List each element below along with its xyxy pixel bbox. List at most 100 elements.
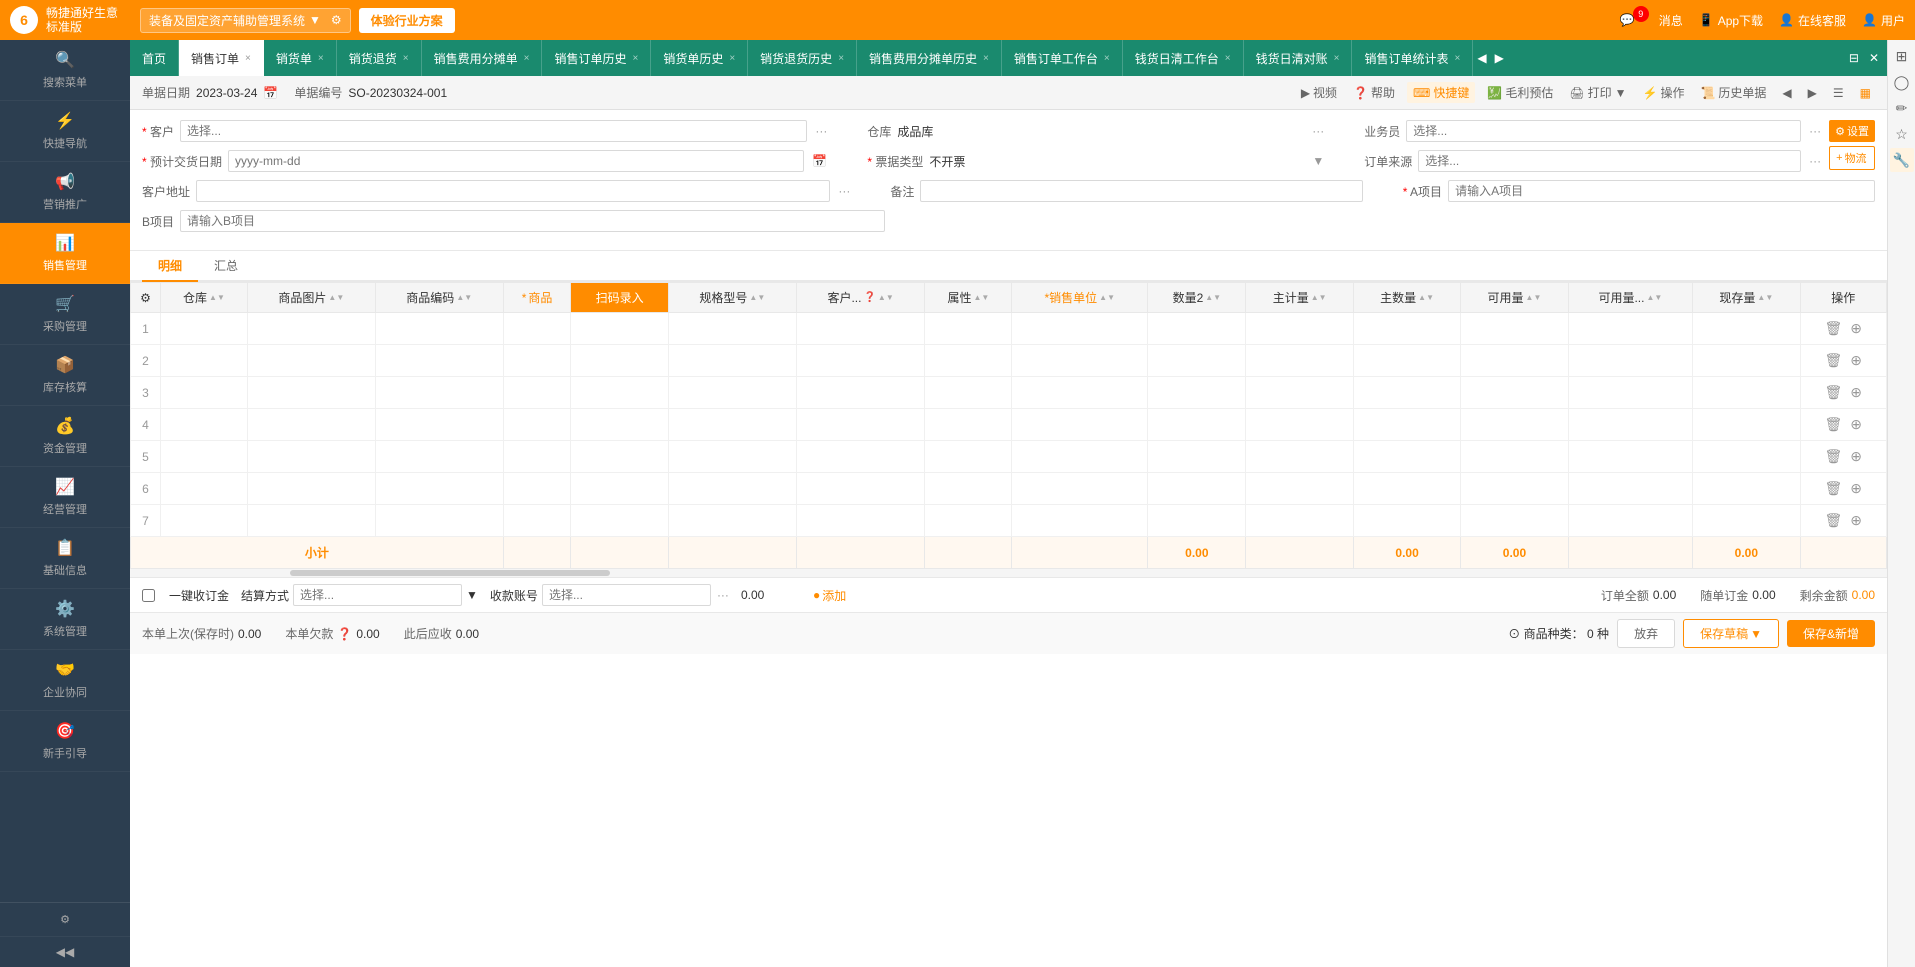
copy-row-5[interactable]: ⊕ [1848, 446, 1864, 467]
tab-next[interactable]: ▶ [1491, 51, 1508, 65]
settings-button[interactable]: ⚙ 放弃 设置 [1829, 120, 1875, 142]
add-material-button[interactable]: + 物流 [1829, 146, 1875, 170]
sidebar-item-sales[interactable]: 📊 销售管理 [0, 223, 130, 284]
cell-avail2-1[interactable] [1568, 313, 1692, 345]
grid-view-btn[interactable]: ▦ [1856, 84, 1875, 102]
nav-prev-btn[interactable]: ◀ [1778, 84, 1795, 102]
cell-custcode-1[interactable] [796, 313, 925, 345]
copy-row-6[interactable]: ⊕ [1848, 478, 1864, 499]
staff-input[interactable] [1406, 120, 1801, 142]
sidebar-item-finance[interactable]: 💰 资金管理 [0, 406, 130, 467]
tab-reconcile[interactable]: 钱货日清对账 × [1244, 40, 1353, 76]
online-service-item[interactable]: 👤 在线客服 [1779, 12, 1846, 29]
tab-invoice-history-close[interactable]: × [729, 53, 735, 64]
industry-button[interactable]: 体验行业方案 [359, 8, 455, 33]
customer-dots[interactable]: ··· [815, 124, 827, 138]
tab-daily[interactable]: 钱货日清工作台 × [1123, 40, 1244, 76]
sidebar-item-marketing[interactable]: 📢 营销推广 [0, 162, 130, 223]
cell-qty2-1[interactable] [1148, 313, 1246, 345]
tab-history[interactable]: 销售订单历史 × [542, 40, 651, 76]
tab-sales-order[interactable]: 销售订单 × [179, 40, 264, 76]
tab-daily-close[interactable]: × [1225, 53, 1231, 64]
delete-row-7[interactable]: 🗑 [1823, 510, 1845, 531]
right-panel-btn-1[interactable]: ⊞ [1890, 44, 1914, 68]
tab-expense-history[interactable]: 销售费用分摊单历史 × [857, 40, 1002, 76]
payment-method-select[interactable] [293, 584, 462, 606]
calendar-icon[interactable]: 📅 [263, 86, 278, 100]
tab-close-all[interactable]: ✕ [1865, 51, 1883, 65]
delete-row-2[interactable]: 🗑 [1823, 350, 1845, 371]
tab-expense-close[interactable]: × [524, 53, 530, 64]
tab-home[interactable]: 首页 [130, 40, 179, 76]
tab-expense-history-close[interactable]: × [983, 53, 989, 64]
a-project-input[interactable] [1448, 180, 1875, 202]
tab-invoice-close[interactable]: × [318, 53, 324, 64]
delete-row-1[interactable]: 🗑 [1823, 318, 1845, 339]
add-payment-btn[interactable]: ● 添加 [813, 587, 846, 604]
sidebar-collapse-btn[interactable]: ◀◀ [0, 937, 130, 967]
tab-returns-history[interactable]: 销货退货历史 × [748, 40, 857, 76]
copy-row-1[interactable]: ⊕ [1848, 318, 1864, 339]
sidebar-item-search[interactable]: 🔍 搜索菜单 [0, 40, 130, 101]
sidebar-item-guide[interactable]: 🎯 新手引导 [0, 711, 130, 772]
tab-stats[interactable]: 销售订单统计表 × [1352, 40, 1473, 76]
view-btn[interactable]: ▶ 视频 [1297, 82, 1341, 103]
tab-invoice-history[interactable]: 销货单历史 × [651, 40, 748, 76]
customer-input[interactable] [180, 120, 807, 142]
app-download-item[interactable]: 📱 App下载 [1699, 12, 1763, 29]
sidebar-item-purchase[interactable]: 🛒 采购管理 [0, 284, 130, 345]
order-source-dots[interactable]: ··· [1809, 154, 1821, 168]
b-project-input[interactable] [180, 210, 885, 232]
tab-prev[interactable]: ◀ [1473, 51, 1490, 65]
sidebar-item-enterprise[interactable]: 🤝 企业协同 [0, 650, 130, 711]
cell-mainqty-1[interactable] [1353, 313, 1460, 345]
cell-attr-1[interactable] [925, 313, 1012, 345]
tab-detail[interactable]: 明细 [142, 251, 198, 282]
copy-row-4[interactable]: ⊕ [1848, 414, 1864, 435]
profit-btn[interactable]: 💹 毛利预估 [1483, 82, 1557, 103]
address-input[interactable] [196, 180, 830, 202]
copy-row-2[interactable]: ⊕ [1848, 350, 1864, 371]
delivery-input[interactable] [228, 150, 804, 172]
tab-workbench[interactable]: 销售订单工作台 × [1002, 40, 1123, 76]
sidebar-item-system[interactable]: ⚙️ 系统管理 [0, 589, 130, 650]
tab-expense[interactable]: 销售费用分摊单 × [422, 40, 543, 76]
tab-returns-close[interactable]: × [403, 53, 409, 64]
order-source-input[interactable] [1418, 150, 1801, 172]
one-click-checkbox[interactable] [142, 589, 155, 602]
print-btn[interactable]: 🖨 打印 ▼ [1565, 82, 1630, 103]
nav-next-btn[interactable]: ▶ [1804, 84, 1821, 102]
cell-product-1[interactable] [503, 313, 571, 345]
staff-dots[interactable]: ··· [1809, 124, 1821, 138]
list-view-btn[interactable]: ☰ [1829, 84, 1848, 102]
tab-summary[interactable]: 汇总 [198, 251, 254, 282]
tab-invoice[interactable]: 销货单 × [264, 40, 337, 76]
cell-mainunit-1[interactable] [1246, 313, 1353, 345]
remark-input[interactable] [920, 180, 1362, 202]
history-btn[interactable]: 📜 历史单据 [1696, 82, 1770, 103]
tab-stats-close[interactable]: × [1454, 53, 1460, 64]
copy-row-3[interactable]: ⊕ [1848, 382, 1864, 403]
cell-spec-1[interactable] [668, 313, 796, 345]
notification-item[interactable]: 💬 9 消息 [1620, 12, 1683, 29]
cell-warehouse-1[interactable] [161, 313, 248, 345]
sidebar-item-nav[interactable]: ⚡ 快捷导航 [0, 101, 130, 162]
cell-unit-1[interactable] [1012, 313, 1148, 345]
help-btn[interactable]: ❓ 帮助 [1349, 82, 1399, 103]
tab-history-close[interactable]: × [632, 53, 638, 64]
sidebar-settings[interactable]: ⚙ [0, 903, 130, 937]
cell-stock-1[interactable] [1693, 313, 1800, 345]
column-settings-icon[interactable]: ⚙ [140, 291, 151, 305]
sidebar-item-basic[interactable]: 📋 基础信息 [0, 528, 130, 589]
save-draft-dropdown[interactable]: ▼ [1750, 627, 1762, 641]
tab-reconcile-close[interactable]: × [1334, 53, 1340, 64]
warehouse-dots[interactable]: ··· [1312, 124, 1324, 138]
right-panel-btn-4[interactable]: ☆ [1890, 122, 1914, 146]
account-dots[interactable]: ··· [717, 588, 729, 602]
tab-returns-history-close[interactable]: × [838, 53, 844, 64]
payment-method-dropdown[interactable]: ▼ [466, 588, 478, 602]
operation-btn[interactable]: ⚡ 操作 [1638, 82, 1688, 103]
tab-sales-order-close[interactable]: × [245, 53, 251, 64]
discard-button[interactable]: 放弃 [1617, 619, 1675, 648]
delete-row-4[interactable]: 🗑 [1823, 414, 1845, 435]
